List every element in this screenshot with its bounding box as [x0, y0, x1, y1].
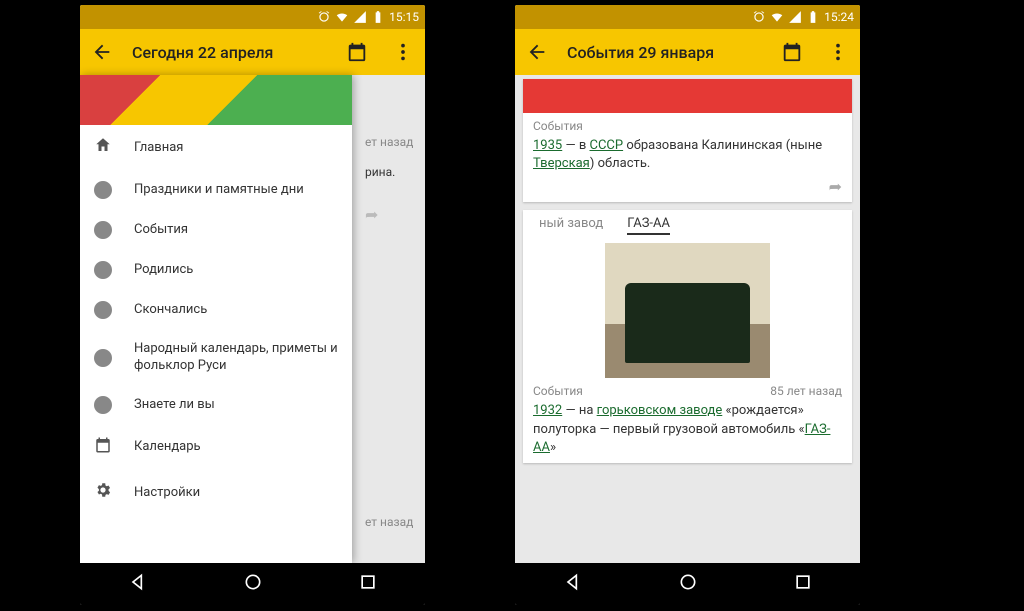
- event-card: События 1935 — в СССР образована Калинин…: [523, 79, 852, 202]
- link-ussr[interactable]: СССР: [590, 138, 624, 153]
- overflow-button[interactable]: [387, 36, 419, 68]
- drawer-item-label: Народный календарь, приметы и фольклор Р…: [134, 341, 338, 374]
- status-time: 15:24: [824, 10, 854, 24]
- drawer-item-label: Скончались: [134, 302, 207, 318]
- android-nav-bar: [80, 563, 425, 605]
- drawer-item-0[interactable]: Главная: [80, 125, 352, 170]
- calendar-icon: [781, 41, 803, 63]
- more-vert-icon: [827, 41, 849, 63]
- card-category: События: [533, 119, 842, 133]
- drawer-item-label: Праздники и памятные дни: [134, 182, 304, 198]
- bullet-icon: [94, 221, 112, 239]
- phone-left: 15:15 Сегодня 22 апреля ет назад рина. ➦…: [80, 5, 425, 605]
- navigation-drawer: Главная Праздники и памятные дни События Ро…: [80, 75, 352, 563]
- app-bar: Сегодня 22 апреля: [80, 29, 425, 75]
- calendar-icon: [94, 436, 112, 459]
- bullet-icon: [94, 301, 112, 319]
- obscured-text: рина.: [365, 165, 425, 179]
- square-recent-icon: [793, 572, 813, 592]
- nav-home-button[interactable]: [678, 572, 698, 596]
- home-icon: [94, 136, 112, 159]
- drawer-item-3[interactable]: Родились: [80, 250, 352, 290]
- drawer-item-label: Знаете ли вы: [134, 397, 215, 413]
- triangle-back-icon: [128, 572, 148, 592]
- nav-back-button[interactable]: [128, 572, 148, 596]
- share-icon[interactable]: ➦: [365, 205, 425, 224]
- bullet-icon: [94, 396, 112, 414]
- circle-home-icon: [678, 572, 698, 592]
- nav-recent-button[interactable]: [793, 572, 813, 596]
- drawer-item-1[interactable]: Праздники и памятные дни: [80, 170, 352, 210]
- year-link[interactable]: 1935: [533, 138, 562, 153]
- page-title: Сегодня 22 апреля: [132, 43, 327, 62]
- calendar-button[interactable]: [341, 36, 373, 68]
- arrow-back-icon: [526, 41, 548, 63]
- card-body: 1932 — на горьковском заводе «рождается»…: [533, 402, 842, 457]
- obscured-text: ет назад: [365, 135, 425, 149]
- overflow-button[interactable]: [822, 36, 854, 68]
- alarm-icon: [317, 10, 331, 24]
- card-meta: События 85 лет назад: [533, 384, 842, 398]
- card-image: [605, 243, 770, 378]
- nav-home-button[interactable]: [243, 572, 263, 596]
- status-bar: 15:15: [80, 5, 425, 29]
- battery-icon: [806, 10, 820, 24]
- tab-gaz-aa[interactable]: ГАЗ-АА: [627, 216, 670, 235]
- card-image-strip: [523, 79, 852, 113]
- signal-icon: [788, 10, 802, 24]
- main-content: ет назад рина. ➦ ет назад Главная Праздни…: [80, 75, 425, 563]
- phone-right: 15:24 События 29 января События 1935 — в…: [515, 5, 860, 605]
- bullet-icon: [94, 181, 112, 199]
- event-card: ный завод ГАЗ-АА События 85 лет назад 19…: [523, 210, 852, 463]
- bullet-icon: [94, 349, 112, 367]
- more-vert-icon: [392, 41, 414, 63]
- drawer-item-8[interactable]: Настройки: [80, 470, 352, 515]
- back-button[interactable]: [521, 36, 553, 68]
- battery-icon: [371, 10, 385, 24]
- back-button[interactable]: [86, 36, 118, 68]
- years-ago: 85 лет назад: [770, 384, 842, 398]
- nav-back-button[interactable]: [563, 572, 583, 596]
- tab-factory[interactable]: ный завод: [539, 216, 603, 235]
- drawer-item-2[interactable]: События: [80, 210, 352, 250]
- bullet-icon: [94, 261, 112, 279]
- card-tabs: ный завод ГАЗ-АА: [533, 214, 842, 241]
- link-tverskaya[interactable]: Тверская: [533, 156, 590, 171]
- year-link[interactable]: 1932: [533, 403, 562, 418]
- status-bar: 15:24: [515, 5, 860, 29]
- status-time: 15:15: [389, 10, 419, 24]
- drawer-item-5[interactable]: Народный календарь, приметы и фольклор Р…: [80, 330, 352, 385]
- android-nav-bar: [515, 563, 860, 605]
- share-button[interactable]: ➦: [533, 173, 842, 196]
- square-recent-icon: [358, 572, 378, 592]
- circle-home-icon: [243, 572, 263, 592]
- wifi-icon: [770, 10, 784, 24]
- signal-icon: [353, 10, 367, 24]
- app-bar: События 29 января: [515, 29, 860, 75]
- drawer-item-label: События: [134, 222, 188, 238]
- nav-recent-button[interactable]: [358, 572, 378, 596]
- alarm-icon: [752, 10, 766, 24]
- drawer-header: [80, 75, 352, 125]
- main-content: События 1935 — в СССР образована Калинин…: [515, 75, 860, 563]
- card-body: 1935 — в СССР образована Калининская (ны…: [533, 137, 842, 173]
- calendar-button[interactable]: [776, 36, 808, 68]
- arrow-back-icon: [91, 41, 113, 63]
- triangle-back-icon: [563, 572, 583, 592]
- drawer-item-label: Календарь: [134, 439, 201, 455]
- card-category: События: [533, 384, 583, 398]
- drawer-item-4[interactable]: Скончались: [80, 290, 352, 330]
- gear-icon: [94, 481, 112, 504]
- page-title: События 29 января: [567, 43, 762, 62]
- wifi-icon: [335, 10, 349, 24]
- calendar-icon: [346, 41, 368, 63]
- obscured-text: ет назад: [365, 515, 425, 529]
- drawer-item-6[interactable]: Знаете ли вы: [80, 385, 352, 425]
- drawer-item-label: Настройки: [134, 485, 200, 501]
- link-gorky-plant[interactable]: горьковском заводе: [597, 403, 723, 418]
- drawer-item-label: Главная: [134, 140, 183, 156]
- drawer-item-label: Родились: [134, 262, 193, 278]
- drawer-item-7[interactable]: Календарь: [80, 425, 352, 470]
